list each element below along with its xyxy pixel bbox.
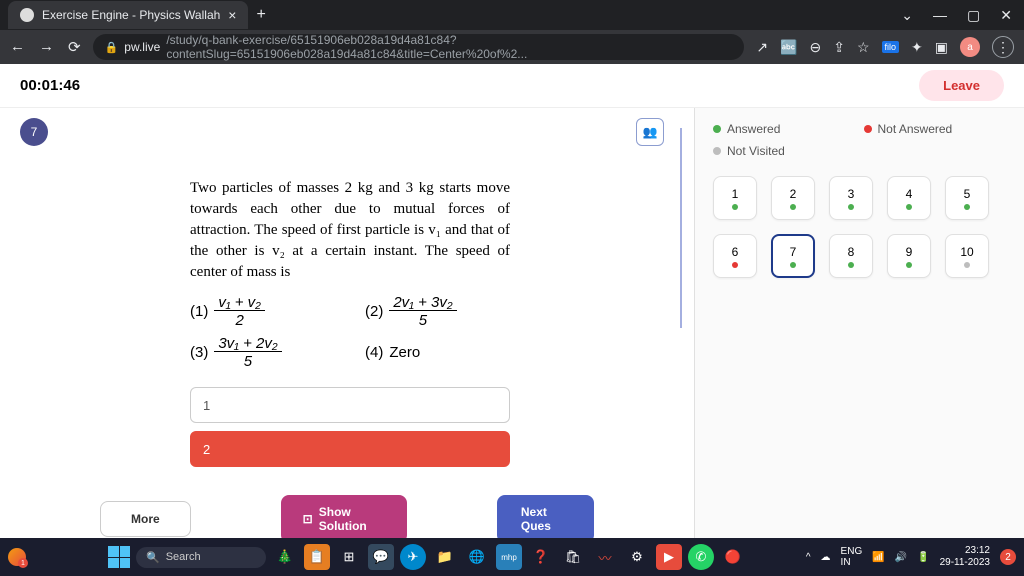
report-button[interactable]: 👥 — [636, 118, 664, 146]
app-icon[interactable]: 📋 — [304, 544, 330, 570]
youtube-icon[interactable]: ▶ — [656, 544, 682, 570]
divider — [680, 128, 682, 328]
volume-icon[interactable]: 🔊 — [895, 552, 907, 563]
help-icon[interactable]: ❓ — [528, 544, 554, 570]
answered-dot — [713, 125, 721, 133]
menu-icon[interactable]: ⋮ — [992, 36, 1014, 58]
cloud-icon[interactable]: ☁ — [821, 552, 831, 563]
option-2[interactable]: (2) 2v₁ + 3v₂5 — [365, 295, 530, 328]
chevron-up-icon[interactable]: ^ — [806, 552, 811, 563]
translate-icon[interactable]: 🔤 — [780, 39, 797, 56]
not-answered-dot — [864, 125, 872, 133]
option-3[interactable]: (3) 3v₁ + 2v₂5 — [190, 336, 355, 369]
share-icon[interactable]: ⇪ — [833, 39, 845, 56]
window-controls: ⌄ — ▢ ✕ — [901, 7, 1024, 24]
tab-title: Exercise Engine - Physics Wallah — [42, 8, 220, 22]
open-external-icon[interactable]: ↗ — [756, 39, 768, 56]
edge-icon[interactable]: 🌐 — [464, 544, 490, 570]
action-buttons: More ⊡ Show Solution Next Ques — [0, 495, 694, 543]
panel-icon[interactable]: ▣ — [935, 39, 948, 56]
task-view-icon[interactable]: ⊞ — [336, 544, 362, 570]
minimize-icon[interactable]: — — [933, 7, 947, 24]
question-nav-9[interactable]: 9 — [887, 234, 931, 278]
address-bar: ← → ⟳ 🔒 pw.live /study/q-bank-exercise/6… — [0, 30, 1024, 64]
notification-badge[interactable]: 2 — [1000, 549, 1016, 565]
more-button[interactable]: More — [100, 501, 191, 537]
whatsapp-icon[interactable]: ✆ — [688, 544, 714, 570]
taskbar-apps: 🎄 📋 ⊞ 💬 ✈ 📁 🌐 mhp ❓ 🛍 〰 ⚙ ▶ ✆ 🔴 — [272, 544, 746, 570]
options-grid: (1) v₁ + v₂2 (2) 2v₁ + 3v₂5 (3) 3v₁ + 2v… — [190, 295, 530, 369]
explorer-icon[interactable]: 📁 — [432, 544, 458, 570]
app-icon[interactable]: 🎄 — [272, 544, 298, 570]
start-button[interactable] — [108, 546, 130, 568]
system-tray: ^ ☁ ENG IN 📶 🔊 🔋 23:12 29-11-2023 2 — [806, 545, 1016, 569]
forward-icon[interactable]: → — [39, 38, 54, 56]
question-text: Two particles of masses 2 kg and 3 kg st… — [190, 178, 510, 283]
show-solution-button[interactable]: ⊡ Show Solution — [281, 495, 407, 543]
not-visited-dot — [713, 147, 721, 155]
question-nav-1[interactable]: 1 — [713, 176, 757, 220]
answer-choice-2[interactable]: 2 — [190, 431, 510, 467]
app-icon[interactable]: 💬 — [368, 544, 394, 570]
screen-icon: ⊡ — [303, 512, 313, 526]
question-nav-8[interactable]: 8 — [829, 234, 873, 278]
new-tab-button[interactable]: + — [256, 6, 265, 24]
store-icon[interactable]: 🛍 — [560, 544, 586, 570]
reload-icon[interactable]: ⟳ — [68, 38, 81, 56]
question-nav-4[interactable]: 4 — [887, 176, 931, 220]
option-4[interactable]: (4) Zero — [365, 336, 530, 369]
battery-icon[interactable]: 🔋 — [917, 552, 929, 563]
app-icon[interactable]: mhp — [496, 544, 522, 570]
chrome-icon[interactable]: 🔴 — [720, 544, 746, 570]
windows-taskbar: 1 🔍 Search 🎄 📋 ⊞ 💬 ✈ 📁 🌐 mhp ❓ 🛍 〰 ⚙ ▶ ✆… — [0, 538, 1024, 576]
question-palette: Answered Not Answered Not Visited 123456… — [694, 108, 1024, 538]
leave-button[interactable]: Leave — [919, 70, 1004, 101]
search-icon: 🔍 — [146, 551, 160, 564]
language-indicator[interactable]: ENG IN — [841, 546, 863, 568]
filo-extension[interactable]: filo — [882, 41, 900, 53]
telegram-icon[interactable]: ✈ — [400, 544, 426, 570]
question-nav-7[interactable]: 7 — [771, 234, 815, 278]
app-icon[interactable]: 〰 — [592, 544, 618, 570]
close-window-icon[interactable]: ✕ — [1000, 7, 1012, 24]
page-content: 00:01:46 Leave 7 👥 Two particles of mass… — [0, 64, 1024, 538]
settings-icon[interactable]: ⚙ — [624, 544, 650, 570]
close-icon[interactable]: × — [228, 7, 236, 23]
chevron-down-icon[interactable]: ⌄ — [901, 7, 913, 24]
question-nav-6[interactable]: 6 — [713, 234, 757, 278]
option-1[interactable]: (1) v₁ + v₂2 — [190, 295, 355, 328]
answer-choice-1[interactable]: 1 — [190, 387, 510, 423]
question-nav-2[interactable]: 2 — [771, 176, 815, 220]
question-panel: 7 👥 Two particles of masses 2 kg and 3 k… — [0, 108, 694, 538]
profile-avatar[interactable]: a — [960, 37, 980, 57]
url-domain: pw.live — [124, 40, 160, 54]
timer: 00:01:46 — [20, 77, 80, 94]
extensions-icon[interactable]: ✦ — [911, 39, 923, 56]
url-path: /study/q-bank-exercise/65151906eb028a19d… — [166, 33, 732, 61]
zoom-out-icon[interactable]: ⊖ — [809, 39, 821, 56]
question-number-badge: 7 — [20, 118, 48, 146]
question-nav-5[interactable]: 5 — [945, 176, 989, 220]
browser-titlebar: Exercise Engine - Physics Wallah × + ⌄ —… — [0, 0, 1024, 30]
question-nav-10[interactable]: 10 — [945, 234, 989, 278]
quiz-header: 00:01:46 Leave — [0, 64, 1024, 108]
next-question-button[interactable]: Next Ques — [497, 495, 594, 543]
widgets-icon[interactable]: 1 — [8, 548, 26, 566]
question-nav-3[interactable]: 3 — [829, 176, 873, 220]
taskbar-search[interactable]: 🔍 Search — [136, 547, 266, 568]
tab-favicon — [20, 8, 34, 22]
lock-icon: 🔒 — [105, 41, 119, 54]
url-field[interactable]: 🔒 pw.live /study/q-bank-exercise/6515190… — [93, 34, 745, 60]
wifi-icon[interactable]: 📶 — [872, 552, 884, 563]
browser-tab[interactable]: Exercise Engine - Physics Wallah × — [8, 1, 248, 29]
maximize-icon[interactable]: ▢ — [967, 7, 980, 24]
back-icon[interactable]: ← — [10, 38, 25, 56]
star-icon[interactable]: ☆ — [857, 39, 870, 56]
clock[interactable]: 23:12 29-11-2023 — [940, 545, 990, 569]
question-grid: 12345 6789 10 — [713, 176, 1006, 278]
